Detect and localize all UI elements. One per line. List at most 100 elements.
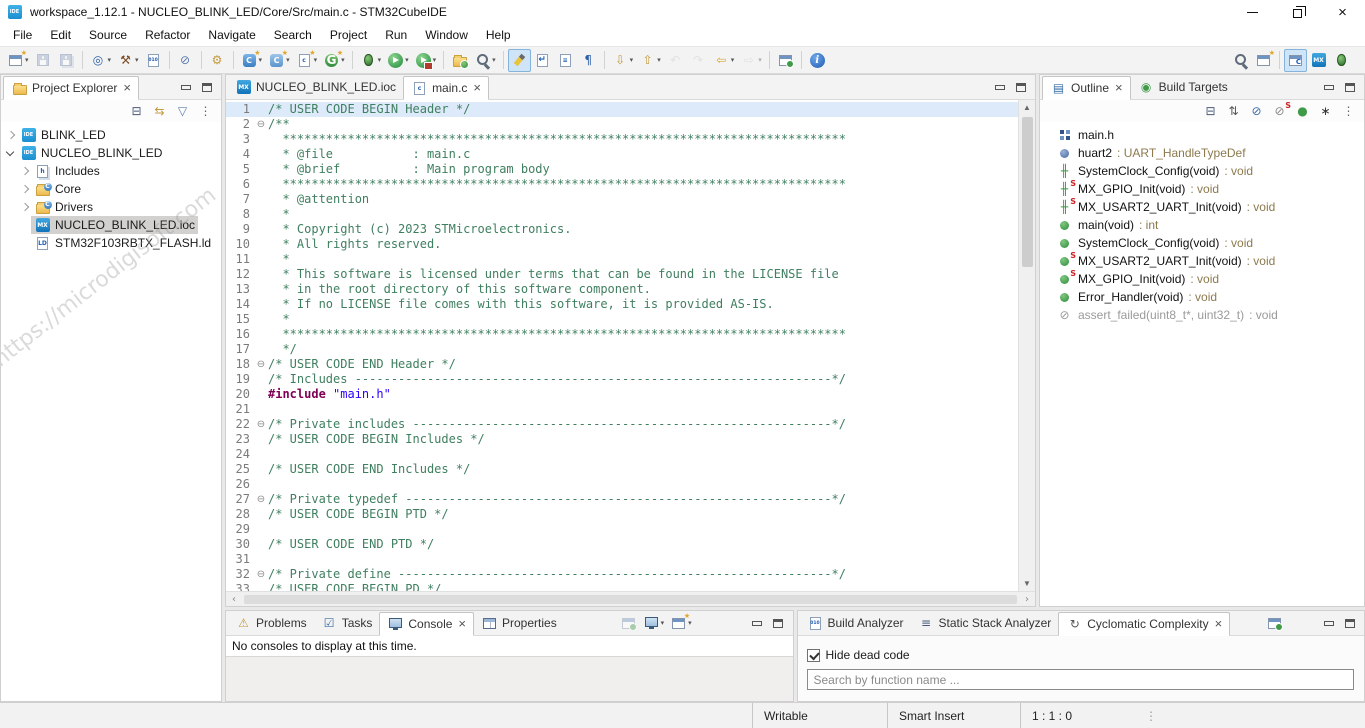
close-tab-icon[interactable]: × [1215, 617, 1223, 630]
collapse-all-button[interactable]: ⊟ [1199, 100, 1222, 123]
dropdown-arrow-icon[interactable]: ▾ [259, 56, 263, 64]
fold-marker-icon[interactable]: ⊖ [254, 357, 268, 372]
status-menu-icon[interactable]: ⋮ [1135, 703, 1365, 728]
expander-right-icon[interactable] [19, 202, 30, 213]
open-element-button[interactable] [448, 49, 471, 72]
outline-item[interactable]: S MX_USART2_UART_Init(void) : void [1040, 251, 1364, 270]
project-nucleo-blink-led[interactable]: IDE NUCLEO_BLINK_LED [1, 144, 221, 162]
maximize-view-button[interactable] [201, 81, 213, 93]
dropdown-arrow-icon[interactable]: ▾ [630, 56, 634, 64]
dropdown-arrow-icon[interactable]: ▾ [135, 56, 139, 64]
device-configuration-perspective-button[interactable]: MX [1307, 49, 1330, 72]
dropdown-arrow-icon[interactable]: ▾ [286, 56, 290, 64]
tab-static-stack-analyzer[interactable]: ≡ Static Stack Analyzer [911, 611, 1059, 635]
fold-marker-icon[interactable]: ⊖ [254, 417, 268, 432]
project-blink-led[interactable]: IDE BLINK_LED [1, 126, 221, 144]
minimize-view-button[interactable] [1323, 81, 1335, 93]
hide-fields-toggle[interactable]: ⊘ [1245, 100, 1268, 123]
maximize-view-button[interactable] [1015, 81, 1027, 93]
dropdown-arrow-icon[interactable]: ▾ [731, 56, 735, 64]
outline-item[interactable]: ⊘ assert_failed(uint8_t*, uint32_t) : voi… [1040, 306, 1364, 324]
minimize-view-button[interactable] [180, 81, 192, 93]
hide-inactive-toggle[interactable]: ∗ [1314, 100, 1337, 123]
expander-right-icon[interactable] [5, 130, 16, 141]
pin-view-button[interactable] [1263, 612, 1286, 635]
new-c-file-button[interactable]: c ★ ▾ [293, 49, 321, 72]
build-all-button[interactable]: 010 [142, 49, 165, 72]
new-wizard-button[interactable]: ★ ▾ [4, 49, 32, 72]
code-editor[interactable]: 1/* USER CODE BEGIN Header */2 ⊖/** 3 ****… [226, 100, 1018, 591]
close-tab-icon[interactable]: × [458, 617, 466, 630]
menu-search[interactable]: Search [265, 26, 321, 44]
run-button[interactable]: ▾ [384, 49, 412, 72]
back-button[interactable]: ⇦ ▾ [710, 49, 738, 72]
display-selected-console-button[interactable]: ▾ [640, 612, 668, 635]
expander-down-icon[interactable] [5, 148, 16, 159]
file-flash-ld[interactable]: LD STM32F103RBTX_FLASH.ld [1, 234, 221, 252]
show-whitespace-toggle[interactable]: ¶ [577, 49, 600, 72]
outline-item[interactable]: ╫ SystemClock_Config(void) : void [1040, 162, 1364, 180]
search-field-button[interactable] [1229, 49, 1252, 72]
fold-marker-icon[interactable]: ⊖ [254, 492, 268, 507]
menu-project[interactable]: Project [321, 26, 376, 44]
outline-item[interactable]: main(void) : int [1040, 216, 1364, 234]
file-nucleo-blink-led-ioc[interactable]: MX NUCLEO_BLINK_LED.ioc [1, 216, 221, 234]
outline-item[interactable]: ╫ S MX_USART2_UART_Init(void) : void [1040, 197, 1364, 216]
c-cpp-perspective-button[interactable] [1284, 48, 1307, 72]
tab-build-analyzer[interactable]: 010 Build Analyzer [800, 611, 911, 635]
folder-drivers[interactable]: Drivers [1, 198, 221, 216]
tab-build-targets[interactable]: ◉ Build Targets [1131, 75, 1235, 99]
dropdown-arrow-icon[interactable]: ▾ [433, 56, 437, 64]
fold-marker-icon[interactable]: ⊖ [254, 117, 268, 132]
dropdown-arrow-icon[interactable]: ▾ [108, 56, 112, 64]
scroll-left-icon[interactable]: ‹ [226, 594, 242, 605]
outline-item[interactable]: huart2 : UART_HandleTypeDef [1040, 144, 1364, 162]
collapse-all-button[interactable]: ⊟ [125, 100, 148, 123]
tab-tasks[interactable]: ☑ Tasks [314, 611, 380, 635]
menu-edit[interactable]: Edit [41, 26, 80, 44]
scroll-down-icon[interactable]: ▼ [1019, 576, 1035, 591]
fold-marker-icon[interactable]: ⊖ [254, 567, 268, 582]
next-annotation-button[interactable]: ⇩ ▾ [609, 49, 637, 72]
new-cpp-project-button[interactable]: C ★ ▾ [265, 49, 293, 72]
close-tab-icon[interactable]: × [123, 81, 131, 94]
menu-refactor[interactable]: Refactor [136, 26, 199, 44]
minimize-view-button[interactable] [1323, 617, 1335, 629]
build-button[interactable]: ⚒ ▾ [114, 49, 142, 72]
hide-dead-code-checkbox[interactable] [806, 648, 820, 662]
menu-source[interactable]: Source [80, 26, 136, 44]
minimize-view-button[interactable] [751, 617, 763, 629]
dropdown-arrow-icon[interactable]: ▾ [661, 619, 665, 627]
dropdown-arrow-icon[interactable]: ▾ [378, 56, 382, 64]
new-class-button[interactable]: G ★ ▾ [320, 49, 348, 72]
menu-run[interactable]: Run [376, 26, 416, 44]
scrollbar-thumb[interactable] [1021, 117, 1033, 267]
folder-includes[interactable]: h Includes [1, 162, 221, 180]
scroll-up-icon[interactable]: ▲ [1019, 100, 1035, 115]
menu-navigate[interactable]: Navigate [199, 26, 264, 44]
info-button[interactable] [806, 49, 829, 72]
debug-perspective-button[interactable] [1330, 49, 1353, 72]
hide-static-members-toggle[interactable]: ⊘ S [1268, 100, 1291, 123]
mark-occurrences-toggle[interactable] [507, 48, 531, 72]
outline-item[interactable]: S MX_GPIO_Init(void) : void [1040, 269, 1364, 288]
board-selector-button[interactable]: ◎ ▾ [87, 49, 115, 72]
close-tab-icon[interactable]: × [1115, 81, 1123, 94]
view-menu-button[interactable]: ⋮ [1337, 100, 1360, 123]
menu-window[interactable]: Window [416, 26, 477, 44]
restore-button[interactable] [1275, 0, 1320, 24]
dropdown-arrow-icon[interactable]: ▾ [657, 56, 661, 64]
function-search-input[interactable] [806, 669, 1354, 690]
scroll-right-icon[interactable]: › [1019, 594, 1035, 605]
tab-nucleo-blink-led-ioc[interactable]: MX NUCLEO_BLINK_LED.ioc [228, 75, 403, 99]
tab-project-explorer[interactable]: Project Explorer × [3, 76, 139, 100]
outline-item[interactable]: main.h [1040, 126, 1364, 144]
close-tab-icon[interactable]: × [473, 81, 481, 94]
link-with-editor-toggle[interactable]: ⇆ [148, 100, 171, 123]
outline-item[interactable]: ╫ S MX_GPIO_Init(void) : void [1040, 179, 1364, 198]
filter-button[interactable]: ▽ [171, 100, 194, 123]
dropdown-arrow-icon[interactable]: ▾ [688, 619, 692, 627]
minimize-view-button[interactable] [994, 81, 1006, 93]
scrollbar-thumb[interactable] [244, 594, 1017, 604]
minimize-button[interactable] [1230, 0, 1275, 24]
